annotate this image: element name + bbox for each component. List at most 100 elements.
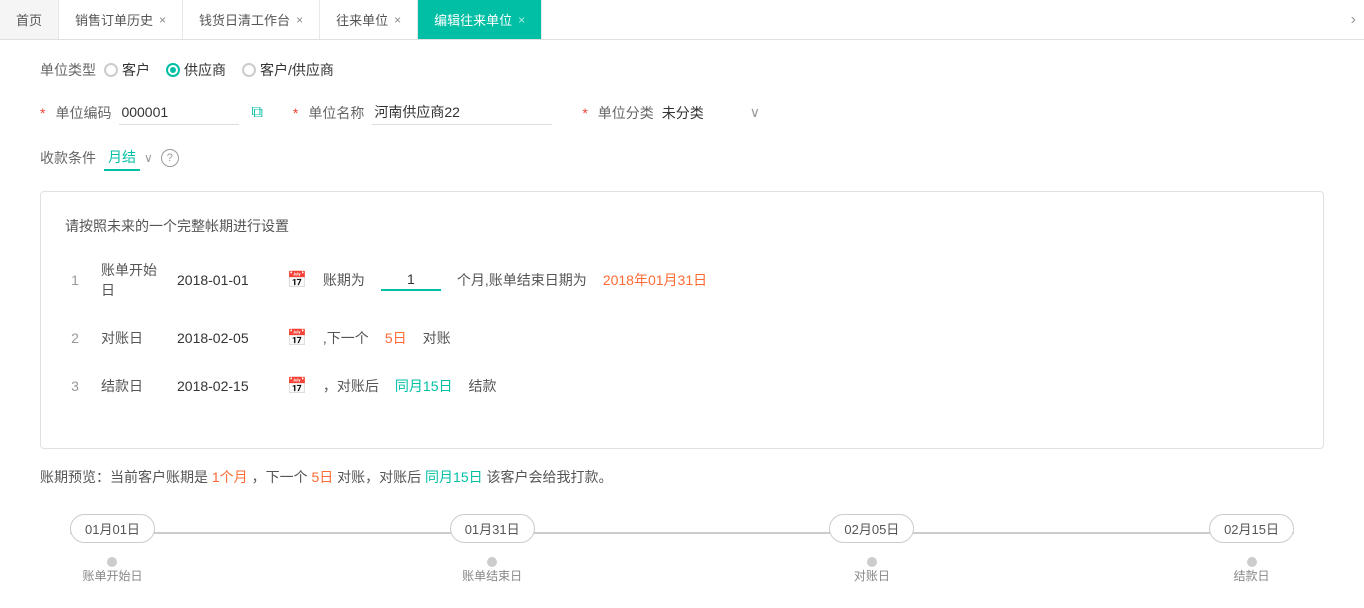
node-dot-4 [1247,557,1257,567]
node-dot-3 [867,557,877,567]
timeline-node-2: 01月31日 账单结束日 [450,514,535,584]
preview-section: 账期预览：当前客户账期是 1个月 ，下一个 5日 对账，对账后 同月15日 该客… [40,449,1324,584]
radio-supplier-label: 供应商 [184,60,226,80]
unit-name-group: * 单位名称 [293,100,552,125]
radio-customer-circle [104,63,118,77]
radio-supplier-circle [166,63,180,77]
radio-customer-supplier[interactable]: 客户/供应商 [242,60,334,80]
unit-class-label: 单位分类 [598,103,654,123]
unit-code-input[interactable] [119,100,239,125]
preview-orange-2: 5日 [311,469,333,485]
preview-suffix: 该客户会给我打款。 [487,469,613,485]
node-badge-3: 02月05日 [829,514,914,543]
radio-customer-label: 客户 [122,60,150,80]
payment-same-day: 同月15日 [395,376,453,396]
tab-edit-partner[interactable]: 编辑往来单位 × [418,0,542,39]
node-badge-1: 01月01日 [70,514,155,543]
period-section: 请按照未来的一个完整帐期进行设置 1 账单开始日 2018-01-01 📅 账期… [40,191,1324,449]
tab-sales-history[interactable]: 销售订单历史 × [59,0,183,39]
node-label-4: 结款日 [1234,567,1270,584]
payment-dropdown: 月结 ∨ [104,145,153,171]
reconcile-day: 5日 [385,328,407,348]
radio-customer[interactable]: 客户 [104,60,150,80]
payment-day-suffix: 结款 [469,376,497,396]
node-badge-4: 02月15日 [1209,514,1294,543]
preview-prefix: 账期预览：当前客户账期是 [40,469,208,485]
tab-close-edit-partner[interactable]: × [518,13,525,27]
timeline-wrapper: 01月01日 账单开始日 01月31日 账单结束日 02月05日 对账日 02月… [40,514,1324,584]
timeline-node-3: 02月05日 对账日 [829,514,914,584]
unit-code-star: * [40,105,45,121]
payment-dropdown-icon[interactable]: ∨ [144,151,153,165]
tab-close-partner-unit[interactable]: × [394,13,401,27]
payment-help-icon[interactable]: ? [161,149,179,167]
row-label-1: 账单开始日 [101,260,161,300]
timeline-node-1: 01月01日 账单开始日 [70,514,155,584]
unit-type-group: 单位类型 客户 供应商 客户/供应商 [40,60,334,80]
node-dot-1 [107,557,117,567]
unit-class-star: * [582,105,587,121]
payment-day-prefix: ，对账后 [323,376,379,396]
unit-code-copy-icon[interactable]: ⧉ [251,104,262,122]
node-label-3: 对账日 [854,567,890,584]
tab-bar: 首页 销售订单历史 × 钱货日清工作台 × 往来单位 × 编辑往来单位 × › [0,0,1364,40]
timeline-inner: 01月01日 账单开始日 01月31日 账单结束日 02月05日 对账日 02月… [70,514,1294,584]
period-prefix: 账期为 [323,270,365,290]
unit-class-value: 未分类 [662,103,742,123]
cal-icon-3[interactable]: 📅 [287,376,307,396]
unit-code-label: 单位编码 [55,103,111,123]
unit-name-input[interactable] [372,100,552,125]
unit-name-star: * [293,105,298,121]
date-value-2: 2018-02-05 [177,330,267,346]
timeline-node-4: 02月15日 结款日 [1209,514,1294,584]
preview-orange-1: 1个月 [212,469,248,485]
payment-group: 收款条件 月结 ∨ ? [40,145,179,171]
preview-middle-2: 对账，对账后 [337,469,421,485]
node-label-2: 账单结束日 [462,567,522,584]
unit-type-radio-group: 客户 供应商 客户/供应商 [104,60,334,80]
reconcile-suffix: 对账 [423,328,451,348]
unit-info-row: * 单位编码 ⧉ * 单位名称 * 单位分类 未分类 ∨ [40,100,1324,125]
period-end-date: 2018年01月31日 [603,270,707,290]
reconcile-prefix: ,下一个 [323,328,369,348]
period-input[interactable] [381,269,441,291]
date-row-2: 2 对账日 2018-02-05 📅 ,下一个 5日 对账 [65,328,1299,348]
row-num-2: 2 [65,330,85,346]
row-num-1: 1 [65,272,85,288]
preview-text: 账期预览：当前客户账期是 1个月 ，下一个 5日 对账，对账后 同月15日 该客… [40,465,1324,490]
unit-type-row: 单位类型 客户 供应商 客户/供应商 [40,60,1324,80]
node-label-1: 账单开始日 [82,567,142,584]
node-badge-2: 01月31日 [450,514,535,543]
node-dot-2 [487,557,497,567]
tab-more-arrow[interactable]: › [1343,0,1364,39]
tab-partner-unit[interactable]: 往来单位 × [320,0,418,39]
section-title: 请按照未来的一个完整帐期进行设置 [65,216,1299,236]
main-content: 单位类型 客户 供应商 客户/供应商 * 单位编码 [0,40,1364,608]
tab-cash-work[interactable]: 钱货日清工作台 × [183,0,320,39]
payment-label: 收款条件 [40,148,96,168]
preview-middle-1: ，下一个 [252,469,308,485]
date-value-1: 2018-01-01 [177,272,267,288]
unit-name-label: 单位名称 [308,103,364,123]
row-label-2: 对账日 [101,328,161,348]
row-num-3: 3 [65,378,85,394]
radio-customer-supplier-circle [242,63,256,77]
unit-class-dropdown-icon[interactable]: ∨ [750,104,760,121]
tab-close-cash-work[interactable]: × [296,13,303,27]
row-label-3: 结款日 [101,376,161,396]
payment-value[interactable]: 月结 [104,145,140,171]
date-row-1: 1 账单开始日 2018-01-01 📅 账期为 个月,账单结束日期为 2018… [65,260,1299,300]
unit-class-group: * 单位分类 未分类 ∨ [582,103,760,123]
cal-icon-2[interactable]: 📅 [287,328,307,348]
date-row-3: 3 结款日 2018-02-15 📅 ，对账后 同月15日 结款 [65,376,1299,396]
cal-icon-1[interactable]: 📅 [287,270,307,290]
payment-row: 收款条件 月结 ∨ ? [40,145,1324,171]
date-value-3: 2018-02-15 [177,378,267,394]
preview-teal-1: 同月15日 [425,469,483,485]
period-suffix: 个月,账单结束日期为 [457,270,587,290]
tab-home[interactable]: 首页 [0,0,59,39]
unit-code-group: * 单位编码 ⧉ [40,100,263,125]
radio-supplier[interactable]: 供应商 [166,60,226,80]
radio-customer-supplier-label: 客户/供应商 [260,60,334,80]
tab-close-sales-history[interactable]: × [159,13,166,27]
